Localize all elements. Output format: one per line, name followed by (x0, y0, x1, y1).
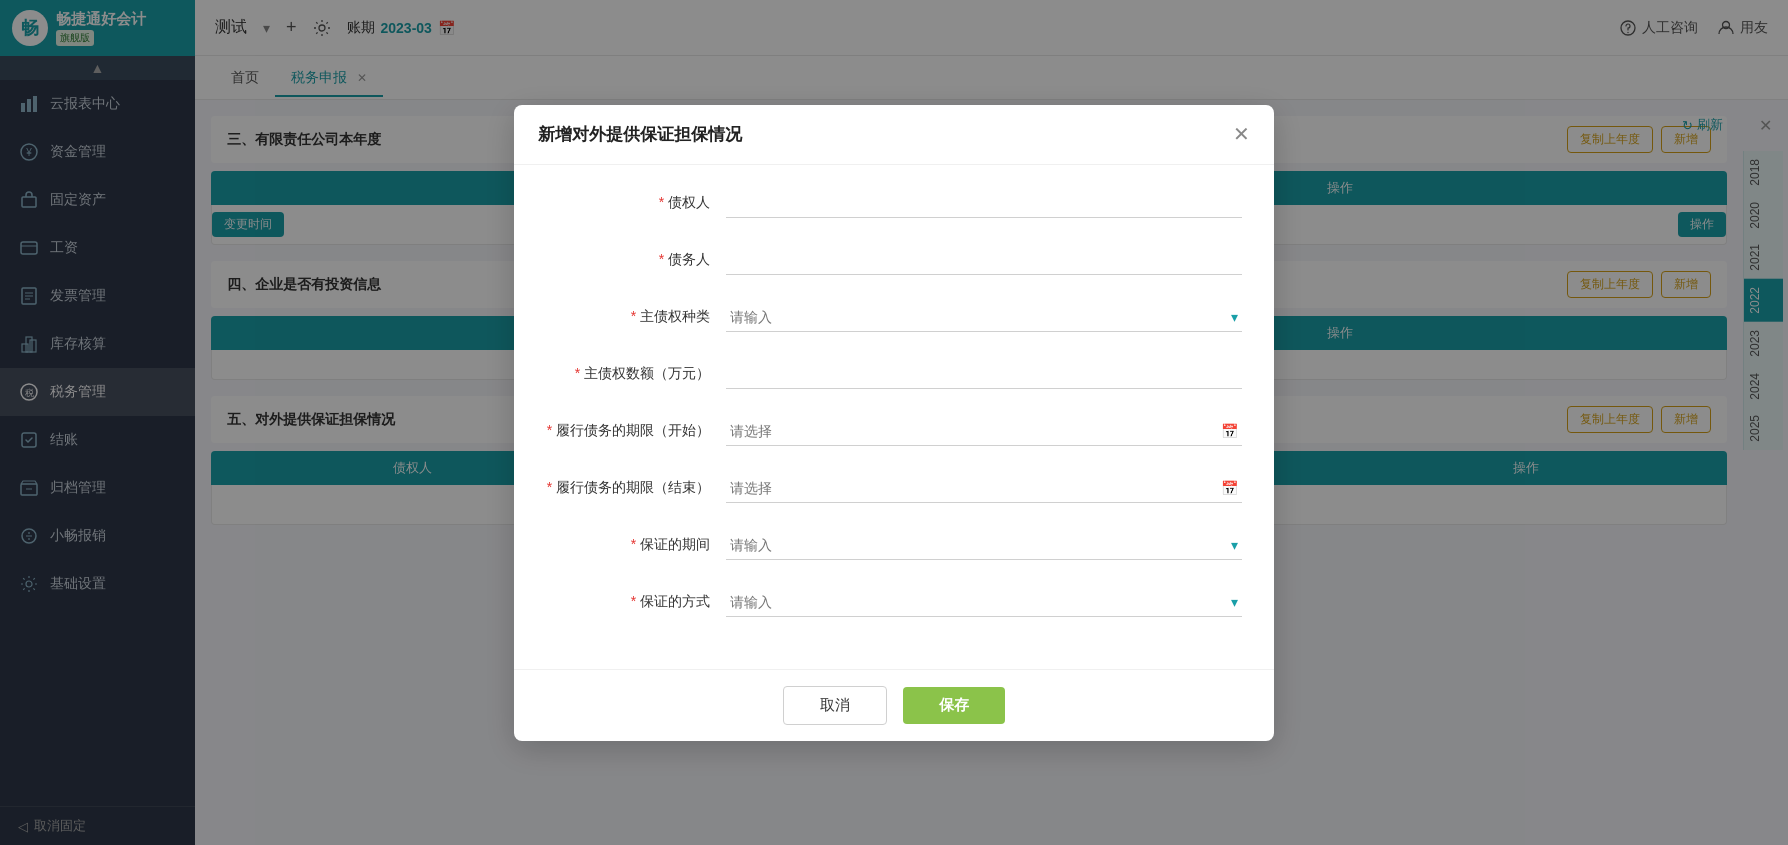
field-claim-amount: * 主债权数额（万元） (546, 360, 1242, 389)
input-creditor[interactable] (726, 189, 1242, 218)
modal-body: * 债权人 * 债务人 * 主债权种类 (514, 165, 1274, 669)
modal-header: 新增对外提供保证担保情况 ✕ (514, 105, 1274, 165)
field-claim-type: * 主债权种类 ▾ (546, 303, 1242, 332)
required-mark-guarantee-method: * (631, 593, 636, 609)
select-guarantee-method[interactable]: ▾ (726, 588, 1242, 617)
modal-dialog: 新增对外提供保证担保情况 ✕ * 债权人 * 债务人 (514, 105, 1274, 741)
label-claim-type: * 主债权种类 (546, 308, 726, 326)
required-mark-claim-type: * (631, 308, 636, 324)
select-claim-type[interactable]: ▾ (726, 303, 1242, 332)
label-creditor: * 债权人 (546, 194, 726, 212)
calendar-icon-debt-start[interactable]: 📅 (1221, 423, 1238, 439)
modal-footer: 取消 保存 (514, 669, 1274, 741)
modal-overlay: 新增对外提供保证担保情况 ✕ * 债权人 * 债务人 (0, 0, 1788, 845)
date-debt-start[interactable]: 📅 (726, 417, 1242, 446)
modal-title: 新增对外提供保证担保情况 (538, 123, 742, 146)
required-mark-creditor: * (659, 194, 664, 210)
select-guarantee-period[interactable]: ▾ (726, 531, 1242, 560)
select-guarantee-method-input[interactable] (726, 588, 1242, 616)
calendar-icon-debt-end[interactable]: 📅 (1221, 480, 1238, 496)
label-guarantee-method: * 保证的方式 (546, 593, 726, 611)
input-debtor[interactable] (726, 246, 1242, 275)
required-mark-guarantee-period: * (631, 536, 636, 552)
field-guarantee-period: * 保证的期间 ▾ (546, 531, 1242, 560)
save-button[interactable]: 保存 (903, 687, 1005, 724)
required-mark-debt-end: * (547, 479, 552, 495)
label-guarantee-period: * 保证的期间 (546, 536, 726, 554)
field-guarantee-method: * 保证的方式 ▾ (546, 588, 1242, 617)
label-claim-amount: * 主债权数额（万元） (546, 365, 726, 383)
field-debtor: * 债务人 (546, 246, 1242, 275)
required-mark-claim-amount: * (575, 365, 580, 381)
date-debt-end[interactable]: 📅 (726, 474, 1242, 503)
label-debtor: * 债务人 (546, 251, 726, 269)
select-guarantee-period-input[interactable] (726, 531, 1242, 559)
select-claim-type-input[interactable] (726, 303, 1242, 331)
required-mark-debtor: * (659, 251, 664, 267)
field-creditor: * 债权人 (546, 189, 1242, 218)
required-mark-debt-start: * (547, 422, 552, 438)
field-debt-start: * 履行债务的期限（开始） 📅 (546, 417, 1242, 446)
date-debt-start-input[interactable] (726, 417, 1242, 445)
field-debt-end: * 履行债务的期限（结束） 📅 (546, 474, 1242, 503)
label-debt-end: * 履行债务的期限（结束） (546, 479, 726, 497)
input-claim-amount[interactable] (726, 360, 1242, 389)
date-debt-end-input[interactable] (726, 474, 1242, 502)
label-debt-start: * 履行债务的期限（开始） (546, 422, 726, 440)
cancel-button[interactable]: 取消 (783, 686, 887, 725)
modal-close-button[interactable]: ✕ (1233, 124, 1250, 144)
